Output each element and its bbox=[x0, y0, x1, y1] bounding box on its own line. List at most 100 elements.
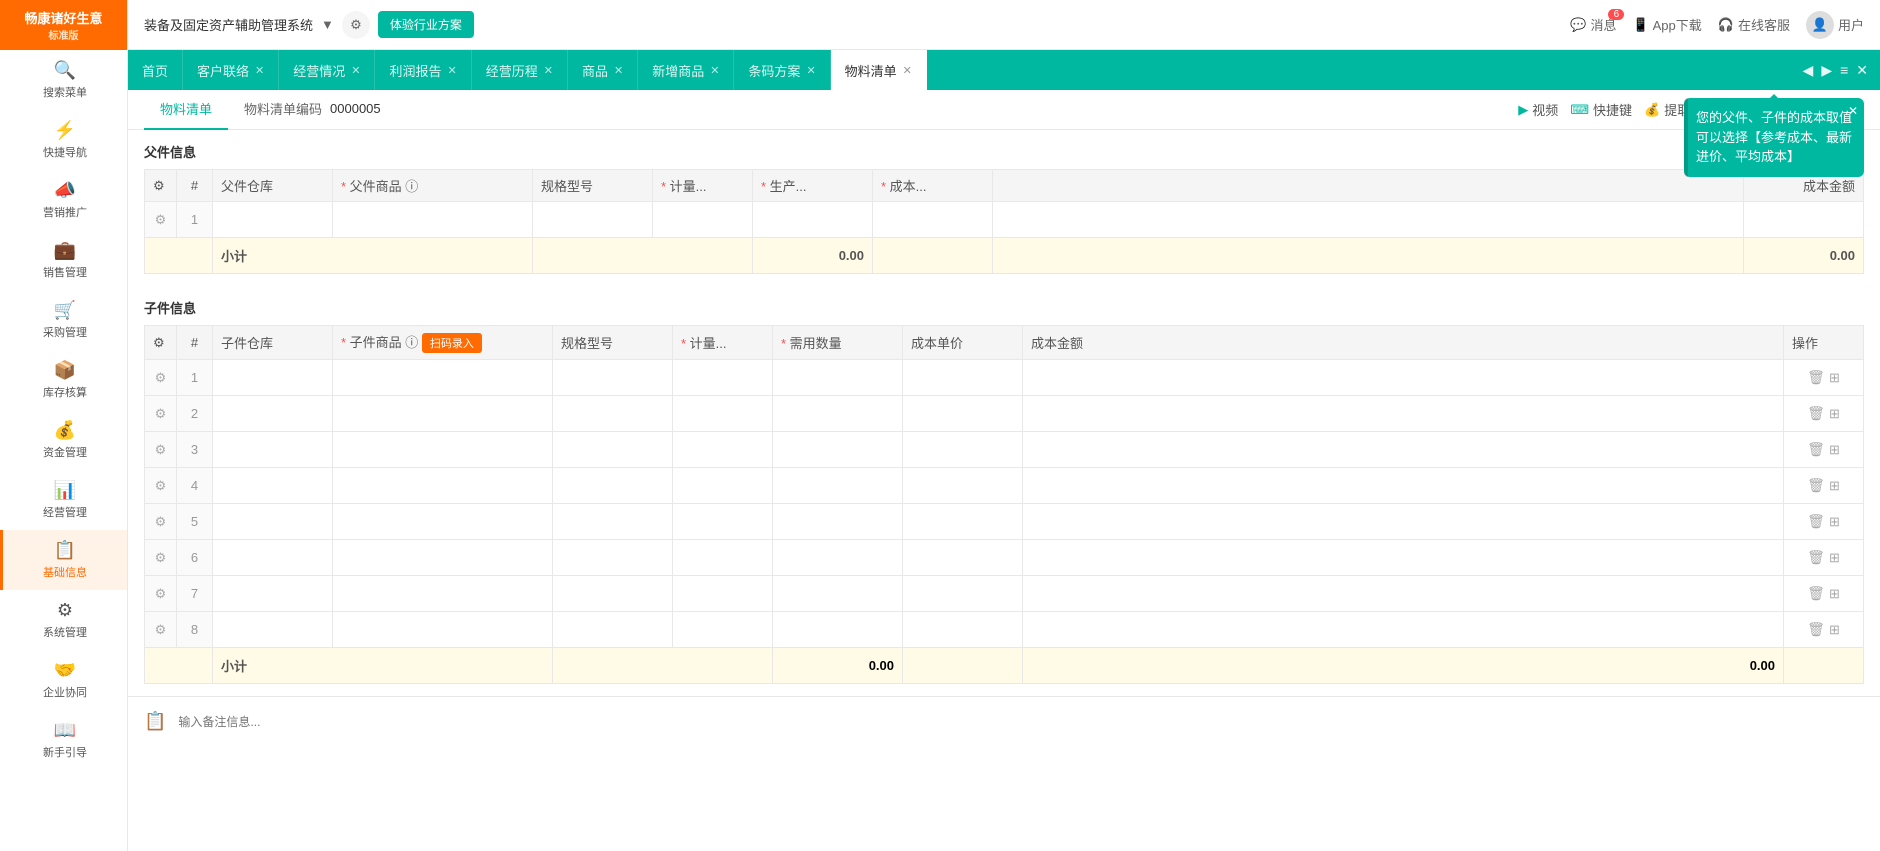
child-row6-amount[interactable] bbox=[1023, 540, 1784, 576]
child-price-input-1[interactable] bbox=[903, 360, 1022, 395]
child-unit-input-2[interactable] bbox=[673, 396, 772, 431]
parent-amount-input[interactable] bbox=[1744, 202, 1863, 237]
child-row8-product[interactable] bbox=[333, 612, 553, 648]
sidebar-item-search[interactable]: 🔍 搜索菜单 bbox=[0, 50, 127, 110]
child-spec-input-1[interactable] bbox=[553, 360, 672, 395]
child-warehouse-input-4[interactable] bbox=[213, 468, 332, 503]
tab-profit[interactable]: 利润报告 ✕ bbox=[375, 50, 471, 90]
child-price-input-2[interactable] bbox=[903, 396, 1022, 431]
tab-operations-close[interactable]: ✕ bbox=[351, 64, 360, 77]
child-col-settings[interactable]: ⚙ bbox=[145, 326, 177, 360]
copy-icon-8[interactable]: ⊞ bbox=[1829, 622, 1840, 638]
child-amount-input-6[interactable] bbox=[1023, 540, 1783, 575]
child-unit-input-5[interactable] bbox=[673, 504, 772, 539]
child-row8-spec[interactable] bbox=[553, 612, 673, 648]
tab-barcode[interactable]: 条码方案 ✕ bbox=[734, 50, 830, 90]
child-row8-price[interactable] bbox=[903, 612, 1023, 648]
sidebar-item-cooperation[interactable]: 🤝 企业协同 bbox=[0, 650, 127, 710]
child-row5-amount[interactable] bbox=[1023, 504, 1784, 540]
child-amount-input-3[interactable] bbox=[1023, 432, 1783, 467]
parent-spec-input[interactable] bbox=[533, 202, 652, 237]
parent-row1-warehouse[interactable] bbox=[213, 202, 333, 238]
child-row8-qty[interactable] bbox=[773, 612, 903, 648]
child-unit-input-3[interactable] bbox=[673, 432, 772, 467]
tab-customer[interactable]: 客户联络 ✕ bbox=[183, 50, 279, 90]
tab-history[interactable]: 经营历程 ✕ bbox=[472, 50, 568, 90]
child-row2-qty[interactable] bbox=[773, 396, 903, 432]
parent-row1-product[interactable] bbox=[333, 202, 533, 238]
copy-icon-6[interactable]: ⊞ bbox=[1829, 550, 1840, 566]
child-row4-unit[interactable] bbox=[673, 468, 773, 504]
delete-icon-7[interactable]: 🗑 bbox=[1807, 585, 1825, 602]
child-product-input-6[interactable] bbox=[333, 540, 552, 575]
tab-goods-close[interactable]: ✕ bbox=[614, 64, 623, 77]
settings-button[interactable]: ⚙ bbox=[342, 11, 370, 39]
child-amount-input-8[interactable] bbox=[1023, 612, 1783, 647]
child-row8-warehouse[interactable] bbox=[213, 612, 333, 648]
child-row3-unit[interactable] bbox=[673, 432, 773, 468]
child-row7-warehouse[interactable] bbox=[213, 576, 333, 612]
child-row5-warehouse[interactable] bbox=[213, 504, 333, 540]
child-warehouse-input-8[interactable] bbox=[213, 612, 332, 647]
child-unit-input-8[interactable] bbox=[673, 612, 772, 647]
tab-profit-close[interactable]: ✕ bbox=[448, 64, 457, 77]
child-row1-qty[interactable] bbox=[773, 360, 903, 396]
child-row2-amount[interactable] bbox=[1023, 396, 1784, 432]
child-qty-input-8[interactable] bbox=[773, 612, 902, 647]
child-product-input-4[interactable] bbox=[333, 468, 552, 503]
child-unit-input-4[interactable] bbox=[673, 468, 772, 503]
remark-input[interactable] bbox=[178, 715, 1864, 729]
child-row6-spec[interactable] bbox=[553, 540, 673, 576]
child-row8-unit[interactable] bbox=[673, 612, 773, 648]
child-amount-input-1[interactable] bbox=[1023, 360, 1783, 395]
child-warehouse-input-1[interactable] bbox=[213, 360, 332, 395]
child-spec-input-2[interactable] bbox=[553, 396, 672, 431]
child-row4-qty[interactable] bbox=[773, 468, 903, 504]
child-row7-price[interactable] bbox=[903, 576, 1023, 612]
child-spec-input-6[interactable] bbox=[553, 540, 672, 575]
app-download-button[interactable]: 📱 App下载 bbox=[1632, 15, 1701, 34]
tab-bom[interactable]: 物料清单 ✕ bbox=[831, 50, 927, 90]
copy-icon-2[interactable]: ⊞ bbox=[1829, 406, 1840, 422]
child-row1-price[interactable] bbox=[903, 360, 1023, 396]
child-warehouse-input-2[interactable] bbox=[213, 396, 332, 431]
child-row2-product[interactable] bbox=[333, 396, 553, 432]
tab-history-close[interactable]: ✕ bbox=[544, 64, 553, 77]
tab-new-goods[interactable]: 新增商品 ✕ bbox=[638, 50, 734, 90]
sidebar-item-marketing[interactable]: 📣 营销推广 bbox=[0, 170, 127, 230]
message-button[interactable]: 💬 消息 6 bbox=[1570, 15, 1616, 34]
child-row1-product[interactable] bbox=[333, 360, 553, 396]
child-unit-input-7[interactable] bbox=[673, 576, 772, 611]
child-warehouse-input-5[interactable] bbox=[213, 504, 332, 539]
tab-bom-close[interactable]: ✕ bbox=[903, 64, 912, 77]
scan-button[interactable]: 扫码录入 bbox=[422, 333, 482, 353]
child-price-input-5[interactable] bbox=[903, 504, 1022, 539]
child-product-input-1[interactable] bbox=[333, 360, 552, 395]
trial-button[interactable]: 体验行业方案 bbox=[378, 11, 474, 38]
child-product-input-8[interactable] bbox=[333, 612, 552, 647]
delete-icon-1[interactable]: 🗑 bbox=[1807, 369, 1825, 386]
nav-close-all-btn[interactable]: ✕ bbox=[1852, 58, 1872, 83]
child-row2-warehouse[interactable] bbox=[213, 396, 333, 432]
delete-icon-4[interactable]: 🗑 bbox=[1807, 477, 1825, 494]
delete-icon-5[interactable]: 🗑 bbox=[1807, 513, 1825, 530]
child-spec-input-5[interactable] bbox=[553, 504, 672, 539]
tab-operations[interactable]: 经营情况 ✕ bbox=[279, 50, 375, 90]
delete-icon-3[interactable]: 🗑 bbox=[1807, 441, 1825, 458]
child-row4-spec[interactable] bbox=[553, 468, 673, 504]
child-row2-price[interactable] bbox=[903, 396, 1023, 432]
parent-cost-input[interactable] bbox=[873, 202, 992, 237]
child-row4-price[interactable] bbox=[903, 468, 1023, 504]
system-dropdown-icon[interactable]: ▼ bbox=[321, 17, 334, 32]
child-spec-input-3[interactable] bbox=[553, 432, 672, 467]
child-unit-input-1[interactable] bbox=[673, 360, 772, 395]
parent-row1-produce[interactable] bbox=[753, 202, 873, 238]
parent-warehouse-input[interactable] bbox=[213, 202, 332, 237]
child-qty-input-6[interactable] bbox=[773, 540, 902, 575]
child-amount-input-7[interactable] bbox=[1023, 576, 1783, 611]
online-service-button[interactable]: 🎧 在线客服 bbox=[1718, 15, 1790, 34]
parent-produce-input[interactable] bbox=[753, 202, 872, 237]
child-row3-product[interactable] bbox=[333, 432, 553, 468]
child-row6-warehouse[interactable] bbox=[213, 540, 333, 576]
child-row4-warehouse[interactable] bbox=[213, 468, 333, 504]
